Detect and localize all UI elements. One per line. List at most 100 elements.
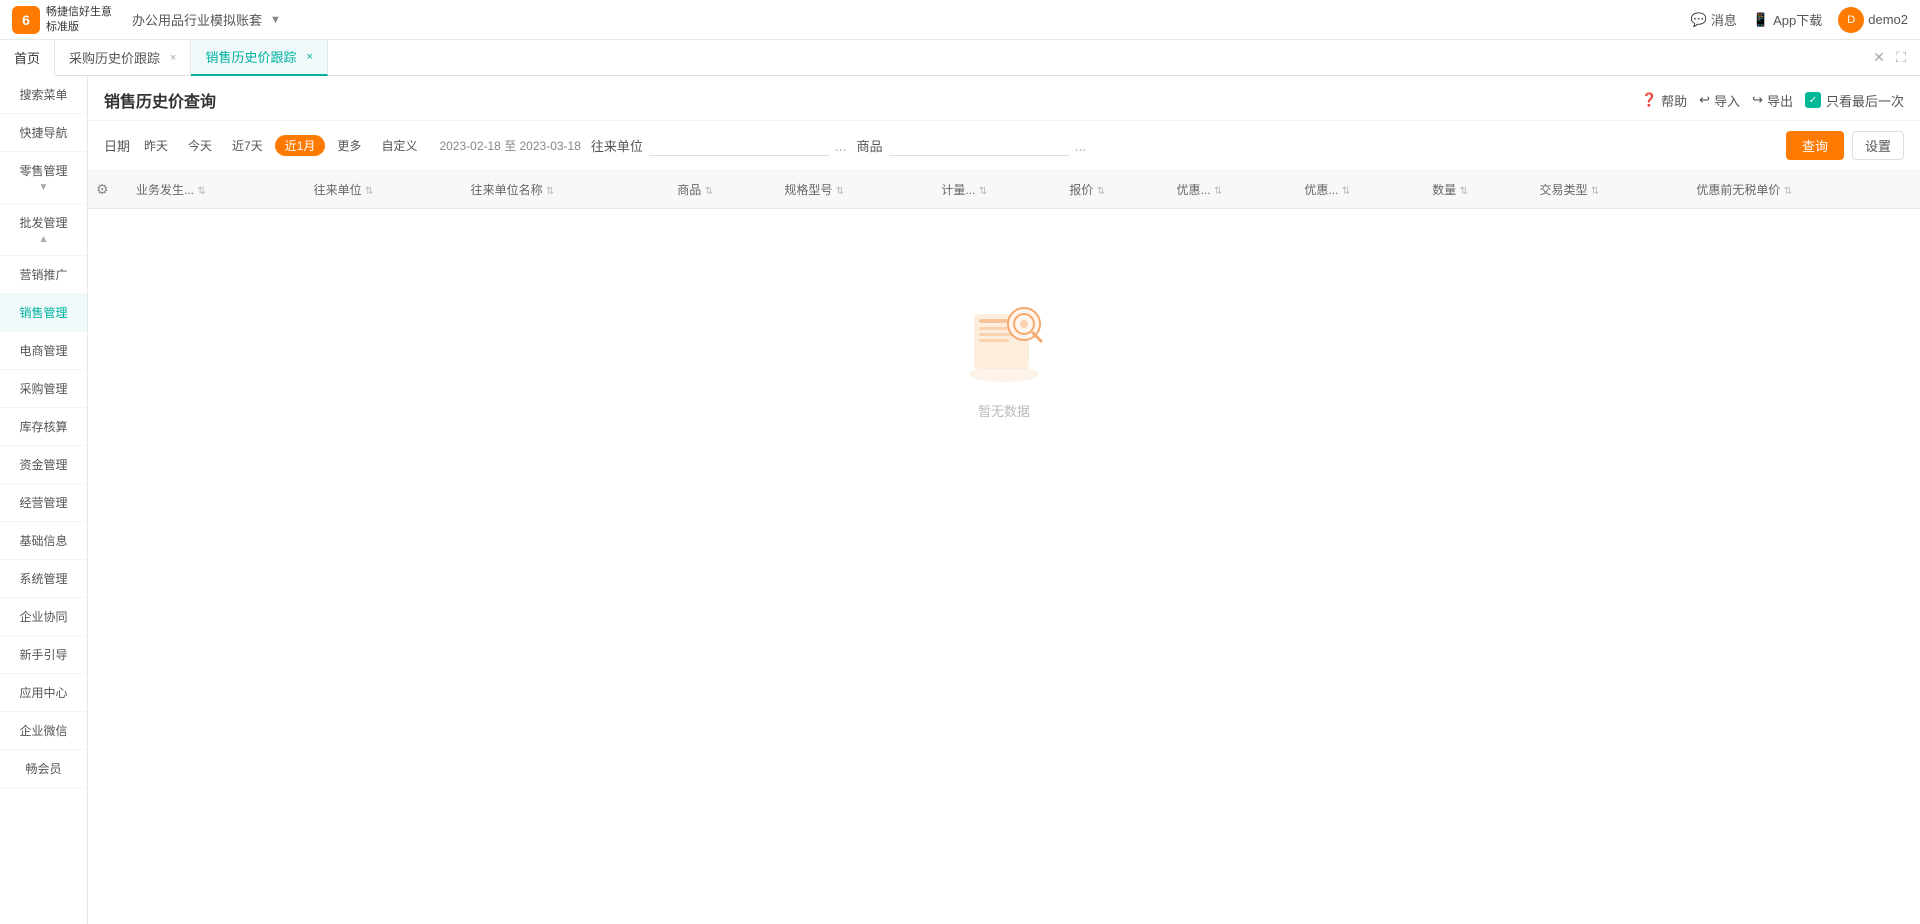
sidebar-app-center-label: 应用中心 xyxy=(19,684,67,701)
sidebar-quick-nav-label: 快捷导航 xyxy=(19,124,67,141)
sidebar-item-operations[interactable]: 经营管理 xyxy=(0,484,87,522)
table-area: ⚙ 业务发生... ⇅ 往来单位 ⇅ 往来单位名称 ⇅ xyxy=(88,171,1920,924)
checkbox-active-icon: ✓ xyxy=(1805,92,1821,108)
sidebar-item-inventory[interactable]: 库存核算 xyxy=(0,408,87,446)
sort-icon-unit: ⇅ xyxy=(979,186,987,197)
date-btn-today[interactable]: 今天 xyxy=(180,134,220,157)
table-col-counterparty-code-label: 往来单位 xyxy=(314,183,362,197)
sidebar-marketing-label: 营销推广 xyxy=(19,266,67,283)
table-col-spec-label: 规格型号 xyxy=(784,183,832,197)
sidebar-item-wholesale-mgmt[interactable]: 批发管理 ▲ xyxy=(0,204,87,256)
table-col-quote[interactable]: 报价 ⇅ xyxy=(1061,171,1168,209)
sort-icon-qty: ⇅ xyxy=(1460,186,1468,197)
sidebar-item-finance[interactable]: 资金管理 xyxy=(0,446,87,484)
app-download-icon: 📱 xyxy=(1753,12,1769,28)
logo-area: 6 畅捷信好生意 标准版 xyxy=(12,5,112,34)
table-header: ⚙ 业务发生... ⇅ 往来单位 ⇅ 往来单位名称 ⇅ xyxy=(88,171,1920,209)
topbar-right: 💬 消息 📱 App下载 D demo2 xyxy=(1691,7,1908,33)
sidebar-item-marketing[interactable]: 营销推广 xyxy=(0,256,87,294)
table-col-discount2-label: 优惠... xyxy=(1304,183,1338,197)
goods-input[interactable] xyxy=(889,136,1069,156)
goods-filter: 商品 ... xyxy=(857,136,1087,156)
tab-purchase-history[interactable]: 采购历史价跟踪 × xyxy=(55,40,191,76)
goods-dots[interactable]: ... xyxy=(1075,138,1087,154)
sidebar-item-app-center[interactable]: 应用中心 xyxy=(0,674,87,712)
date-btn-more[interactable]: 更多 xyxy=(329,134,369,157)
sidebar-item-sales-mgmt[interactable]: 销售管理 xyxy=(0,294,87,332)
only-last-checkbox[interactable]: ✓ 只看最后一次 xyxy=(1805,91,1904,110)
sidebar-item-purchase-mgmt[interactable]: 采购管理 xyxy=(0,370,87,408)
sidebar-purchase-mgmt-label: 采购管理 xyxy=(19,380,67,397)
date-range-text: 2023-02-18 至 2023-03-18 xyxy=(439,137,580,154)
goods-label: 商品 xyxy=(857,136,883,155)
table-col-discount1-label: 优惠... xyxy=(1176,183,1210,197)
date-btn-last7[interactable]: 近7天 xyxy=(224,134,271,157)
export-label: 导出 xyxy=(1767,91,1793,110)
query-button[interactable]: 查询 xyxy=(1786,131,1844,160)
user-button[interactable]: D demo2 xyxy=(1838,7,1908,33)
filter-bar: 日期 昨天 今天 近7天 近1月 更多 自定义 2023-02-18 至 202… xyxy=(88,121,1920,171)
tab-purchase-history-close[interactable]: × xyxy=(170,52,176,64)
counterparty-label: 往来单位 xyxy=(591,136,643,155)
tab-sales-history[interactable]: 销售历史价跟踪 × xyxy=(191,40,327,76)
topbar-dropdown-icon[interactable]: ▼ xyxy=(270,14,281,26)
counterparty-input[interactable] xyxy=(649,136,829,156)
sort-icon-discount1: ⇅ xyxy=(1214,186,1222,197)
date-btn-custom[interactable]: 自定义 xyxy=(373,134,425,157)
help-button[interactable]: ❓ 帮助 xyxy=(1641,91,1687,110)
table-col-trade-type[interactable]: 交易类型 ⇅ xyxy=(1532,171,1689,209)
sidebar-retail-arrow: ▼ xyxy=(39,182,49,193)
date-btn-yesterday[interactable]: 昨天 xyxy=(136,134,176,157)
sort-icon-discount2: ⇅ xyxy=(1342,186,1350,197)
table-settings-icon[interactable]: ⚙ xyxy=(96,181,109,197)
table-col-discount2[interactable]: 优惠... ⇅ xyxy=(1296,171,1424,209)
table-col-discount1[interactable]: 优惠... ⇅ xyxy=(1168,171,1296,209)
sidebar-item-basic-info[interactable]: 基础信息 xyxy=(0,522,87,560)
table-col-unit[interactable]: 计量... ⇅ xyxy=(933,171,1061,209)
main-layout: 搜索菜单 快捷导航 零售管理 ▼ 批发管理 ▲ 营销推广 销售管理 电商管理 采… xyxy=(0,76,1920,924)
table-col-pretax-price[interactable]: 优惠前无税单价 ⇅ xyxy=(1688,171,1920,209)
sidebar-item-enterprise-wechat[interactable]: 企业微信 xyxy=(0,712,87,750)
only-last-label: 只看最后一次 xyxy=(1826,91,1904,110)
sort-icon-quote: ⇅ xyxy=(1097,186,1105,197)
table-col-pretax-price-label: 优惠前无税单价 xyxy=(1696,183,1780,197)
sort-icon-trade-type: ⇅ xyxy=(1591,186,1599,197)
date-buttons: 昨天 今天 近7天 近1月 更多 自定义 xyxy=(136,134,425,157)
table-col-biz-date[interactable]: 业务发生... ⇅ xyxy=(128,171,306,209)
sidebar-member-label: 畅会员 xyxy=(25,760,61,777)
sidebar-item-enterprise-coop[interactable]: 企业协同 xyxy=(0,598,87,636)
sidebar-item-new-guide[interactable]: 新手引导 xyxy=(0,636,87,674)
tab-home[interactable]: 首页 xyxy=(0,40,55,76)
date-btn-last1month[interactable]: 近1月 xyxy=(275,135,326,156)
table-col-spec[interactable]: 规格型号 ⇅ xyxy=(776,171,933,209)
sidebar-sales-mgmt-label: 销售管理 xyxy=(19,304,67,321)
table-col-counterparty-code[interactable]: 往来单位 ⇅ xyxy=(306,171,463,209)
table-col-settings[interactable]: ⚙ xyxy=(88,171,128,209)
counterparty-dots[interactable]: ... xyxy=(835,138,847,154)
sidebar-item-retail-mgmt[interactable]: 零售管理 ▼ xyxy=(0,152,87,204)
logo-text: 畅捷信好生意 标准版 xyxy=(46,5,112,34)
sidebar-item-quick-nav[interactable]: 快捷导航 xyxy=(0,114,87,152)
table-col-counterparty-name[interactable]: 往来单位名称 ⇅ xyxy=(463,171,670,209)
table-col-biz-date-label: 业务发生... xyxy=(136,183,194,197)
import-label: 导入 xyxy=(1714,91,1740,110)
msg-button[interactable]: 💬 消息 xyxy=(1691,10,1737,29)
sidebar-ecommerce-label: 电商管理 xyxy=(19,342,67,359)
sidebar: 搜索菜单 快捷导航 零售管理 ▼ 批发管理 ▲ 营销推广 销售管理 电商管理 采… xyxy=(0,76,88,924)
app-download-button[interactable]: 📱 App下载 xyxy=(1753,10,1822,29)
help-icon: ❓ xyxy=(1641,92,1657,108)
table-col-goods[interactable]: 商品 ⇅ xyxy=(669,171,776,209)
window-close-icon[interactable]: ✕ xyxy=(1872,51,1886,65)
logo-icon: 6 xyxy=(12,6,40,34)
sidebar-item-member[interactable]: 畅会员 xyxy=(0,750,87,788)
export-button[interactable]: ↪ 导出 xyxy=(1752,91,1793,110)
table-col-qty[interactable]: 数量 ⇅ xyxy=(1424,171,1531,209)
sidebar-item-ecommerce[interactable]: 电商管理 xyxy=(0,332,87,370)
settings-button[interactable]: 设置 xyxy=(1852,131,1904,160)
tab-sales-history-label: 销售历史价跟踪 xyxy=(205,47,296,66)
tab-sales-history-close[interactable]: × xyxy=(306,51,312,63)
sidebar-item-search-menu[interactable]: 搜索菜单 xyxy=(0,76,87,114)
window-expand-icon[interactable]: ⛶ xyxy=(1894,51,1908,65)
sidebar-item-system[interactable]: 系统管理 xyxy=(0,560,87,598)
import-button[interactable]: ↩ 导入 xyxy=(1699,91,1740,110)
